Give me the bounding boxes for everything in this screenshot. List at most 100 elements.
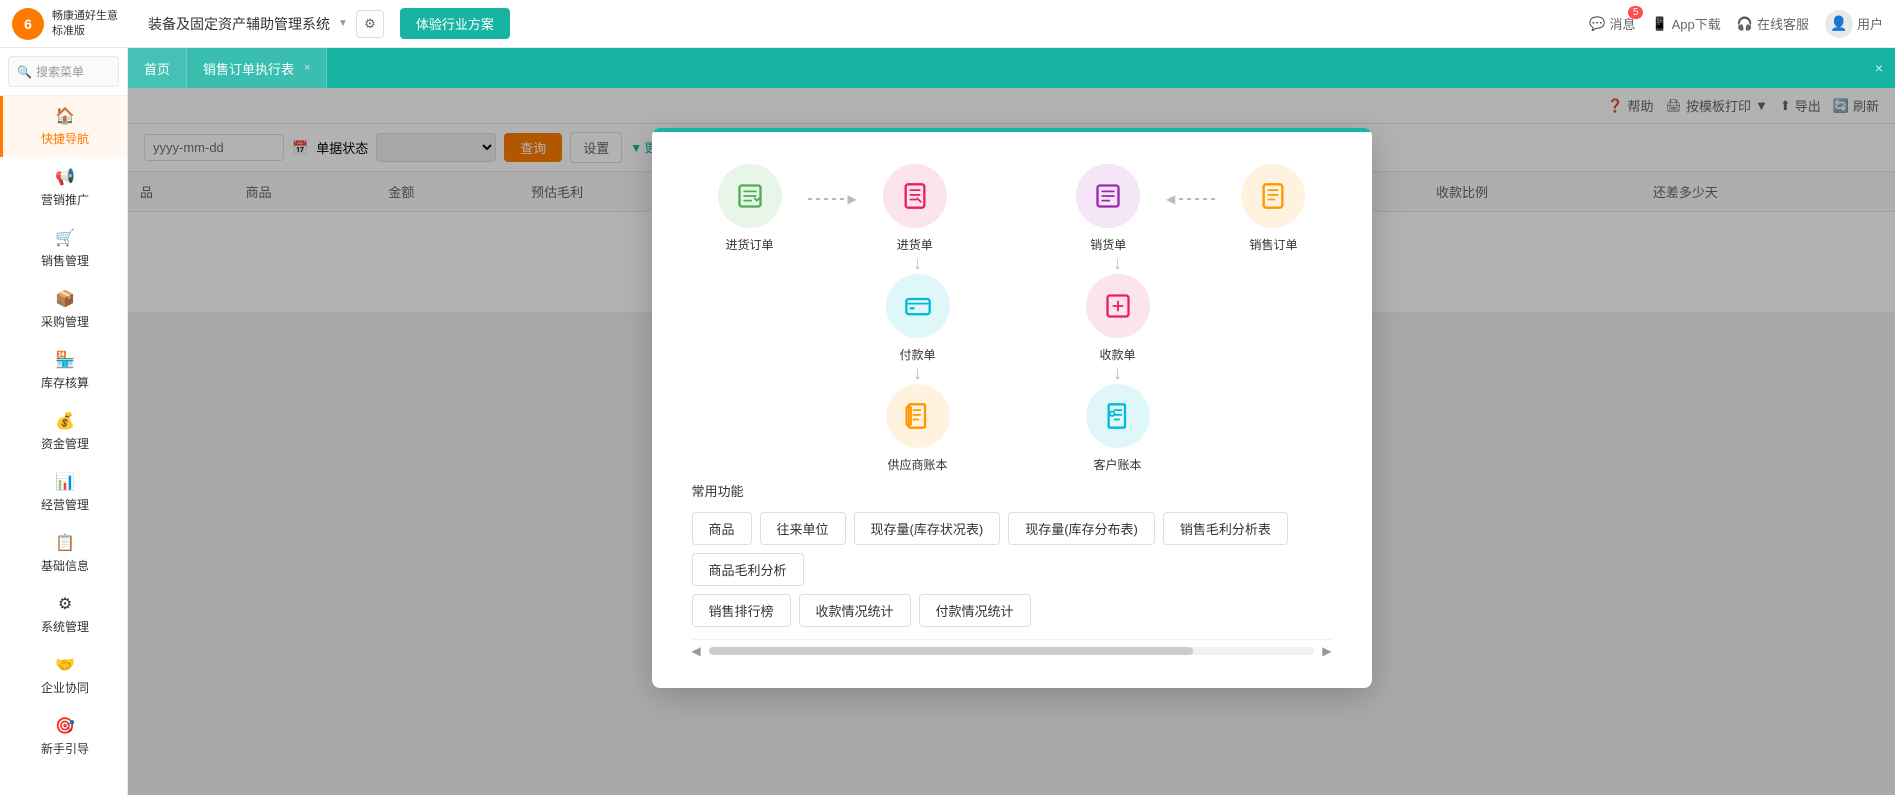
btn-payment-stats[interactable]: 付款情况统计 xyxy=(919,594,1031,627)
down-arrow-pay: ↓ xyxy=(858,363,978,384)
user-menu[interactable]: 👤 用户 xyxy=(1825,10,1883,38)
purchase-icon: 📦 xyxy=(55,289,75,309)
main-area: 🔍 搜索菜单 🏠 快捷导航 📢 营销推广 🛒 销售管理 📦 采购管理 xyxy=(0,48,1895,795)
sidebar: 🔍 搜索菜单 🏠 快捷导航 📢 营销推广 🛒 销售管理 📦 采购管理 xyxy=(0,48,128,795)
flow-row-1: 进货订单 ▶ xyxy=(692,164,1332,253)
arrow-so-sb: ▶ xyxy=(1166,192,1215,226)
search-icon: 🔍 xyxy=(17,65,32,79)
payment-bill-icon xyxy=(886,274,950,338)
tab-home[interactable]: 首页 xyxy=(128,48,187,88)
scroll-right-arrow[interactable]: ▶ xyxy=(1322,644,1331,658)
logo-icon: 6 xyxy=(12,8,44,40)
sales-order-label: 销售订单 xyxy=(1249,236,1297,253)
sidebar-item-sales[interactable]: 🛒 销售管理 xyxy=(0,218,127,279)
system-title: 装备及固定资产辅助管理系统 ▼ ⚙ 体验行业方案 xyxy=(140,8,1589,39)
flow-item-purchase-bill[interactable]: 进货单 xyxy=(857,164,973,253)
sidebar-item-quick-nav[interactable]: 🏠 快捷导航 xyxy=(0,96,127,157)
btn-counterpart[interactable]: 往来单位 xyxy=(760,512,846,545)
service-icon: 🎧 xyxy=(1737,16,1753,32)
btn-sales-ranking[interactable]: 销售排行榜 xyxy=(692,594,791,627)
tab-close-icon[interactable]: × xyxy=(304,62,310,74)
app-download-button[interactable]: 📱 App下载 xyxy=(1651,14,1720,33)
btn-stock-status[interactable]: 现存量(库存状况表) xyxy=(854,512,1001,545)
btn-sales-profit-analysis[interactable]: 销售毛利分析表 xyxy=(1163,512,1288,545)
flow-row-2-arrows: ↓ ↓ xyxy=(692,253,1332,274)
marketing-icon: 📢 xyxy=(55,167,75,187)
app-container: 6 畅康通好生意 标准版 装备及固定资产辅助管理系统 ▼ ⚙ 体验行业方案 💬 … xyxy=(0,0,1895,795)
common-buttons-row2: 销售排行榜 收款情况统计 付款情况统计 xyxy=(692,594,1332,627)
flow-item-sales-order[interactable]: 销售订单 xyxy=(1215,164,1331,253)
sales-bill-icon xyxy=(1076,164,1140,228)
flow-item-payment-bill[interactable]: 付款单 xyxy=(858,274,978,363)
sales-bill-label: 销货单 xyxy=(1090,236,1126,253)
down-arrow-pb: ↓ xyxy=(858,253,978,274)
system-icon: ⚙ xyxy=(58,594,72,614)
tab-sales-order-exec[interactable]: 销售订单执行表 × xyxy=(187,48,327,88)
message-icon: 💬 xyxy=(1589,16,1605,32)
customer-ledger-icon xyxy=(1086,384,1150,448)
flow-item-customer-ledger[interactable]: 客户账本 xyxy=(1058,384,1178,473)
purchase-bill-icon xyxy=(883,164,947,228)
system-dropdown-icon[interactable]: ▼ xyxy=(338,18,348,29)
flow-item-supplier-ledger[interactable]: 供应商账本 xyxy=(858,384,978,473)
sidebar-item-basic-info[interactable]: 📋 基础信息 xyxy=(0,523,127,584)
sidebar-search-area: 🔍 搜索菜单 xyxy=(0,48,127,96)
sidebar-item-finance[interactable]: 💰 资金管理 xyxy=(0,401,127,462)
scroll-track[interactable] xyxy=(709,647,1315,655)
sidebar-item-enterprise[interactable]: 🤝 企业协同 xyxy=(0,645,127,706)
purchase-order-icon xyxy=(718,164,782,228)
message-button[interactable]: 💬 消息 5 xyxy=(1589,14,1635,33)
sidebar-item-newbie[interactable]: 🎯 新手引导 xyxy=(0,706,127,767)
home-icon: 🏠 xyxy=(55,106,75,126)
experience-button[interactable]: 体验行业方案 xyxy=(400,8,510,39)
btn-goods-profit[interactable]: 商品毛利分析 xyxy=(692,553,804,586)
sidebar-item-system[interactable]: ⚙ 系统管理 xyxy=(0,584,127,645)
tab-close-main-button[interactable]: × xyxy=(1863,48,1895,88)
sales-order-icon xyxy=(1241,164,1305,228)
flow-row-4-arrows: ↓ ↓ xyxy=(692,363,1332,384)
scroll-left-arrow[interactable]: ◀ xyxy=(692,644,701,658)
operations-icon: 📊 xyxy=(55,472,75,492)
flow-row-5: 供应商账本 xyxy=(692,384,1332,473)
common-functions-title: 常用功能 xyxy=(692,481,1332,500)
supplier-ledger-label: 供应商账本 xyxy=(887,456,947,473)
modal-scrollbar: ◀ ▶ xyxy=(692,639,1332,662)
scroll-thumb xyxy=(709,647,1193,655)
gear-button[interactable]: ⚙ xyxy=(356,10,384,38)
page-content: ❓ 帮助 🖨 按模板打印 ▼ ⬆ 导出 🔄 刷新 xyxy=(128,88,1895,795)
flow-item-receipt-bill[interactable]: 收款单 xyxy=(1058,274,1178,363)
receipt-bill-icon xyxy=(1086,274,1150,338)
arrow-po-pb: ▶ xyxy=(808,192,857,226)
finance-icon: 💰 xyxy=(55,411,75,431)
search-menu-button[interactable]: 🔍 搜索菜单 xyxy=(8,56,119,87)
flow-item-purchase-order[interactable]: 进货订单 xyxy=(692,164,808,253)
newbie-icon: 🎯 xyxy=(55,716,75,736)
btn-goods[interactable]: 商品 xyxy=(692,512,752,545)
inventory-icon: 🏪 xyxy=(55,350,75,370)
modal-body: 进货订单 ▶ xyxy=(652,132,1372,688)
flow-modal: 进货订单 ▶ xyxy=(652,128,1372,688)
purchase-bill-label: 进货单 xyxy=(897,236,933,253)
sidebar-item-inventory[interactable]: 🏪 库存核算 xyxy=(0,340,127,401)
user-avatar: 👤 xyxy=(1825,10,1853,38)
common-buttons-row1: 商品 往来单位 现存量(库存状况表) 现存量(库存分布表) 销售毛利分析表 商品… xyxy=(692,512,1332,586)
common-functions-section: 常用功能 商品 往来单位 现存量(库存状况表) 现存量(库存分布表) 销售毛利分… xyxy=(692,481,1332,627)
purchase-order-label: 进货订单 xyxy=(726,236,774,253)
btn-stock-dist[interactable]: 现存量(库存分布表) xyxy=(1008,512,1155,545)
online-service-button[interactable]: 🎧 在线客服 xyxy=(1737,14,1809,33)
flow-diagram: 进货订单 ▶ xyxy=(692,164,1332,473)
modal-overlay: 进货订单 ▶ xyxy=(128,88,1895,795)
sidebar-item-purchase[interactable]: 📦 采购管理 xyxy=(0,279,127,340)
sidebar-item-operations[interactable]: 📊 经营管理 xyxy=(0,462,127,523)
btn-receipt-stats[interactable]: 收款情况统计 xyxy=(799,594,911,627)
top-bar: 6 畅康通好生意 标准版 装备及固定资产辅助管理系统 ▼ ⚙ 体验行业方案 💬 … xyxy=(0,0,1895,48)
flow-item-sales-bill[interactable]: 销货单 xyxy=(1050,164,1166,253)
download-icon: 📱 xyxy=(1651,16,1667,32)
logo-area: 6 畅康通好生意 标准版 xyxy=(12,8,140,40)
sales-icon: 🛒 xyxy=(55,228,75,248)
flow-row-3: 付款单 xyxy=(692,274,1332,363)
system-name: 装备及固定资产辅助管理系统 xyxy=(148,14,330,34)
payment-bill-label: 付款单 xyxy=(899,346,935,363)
tab-bar: 首页 销售订单执行表 × × xyxy=(128,48,1895,88)
sidebar-item-marketing[interactable]: 📢 营销推广 xyxy=(0,157,127,218)
